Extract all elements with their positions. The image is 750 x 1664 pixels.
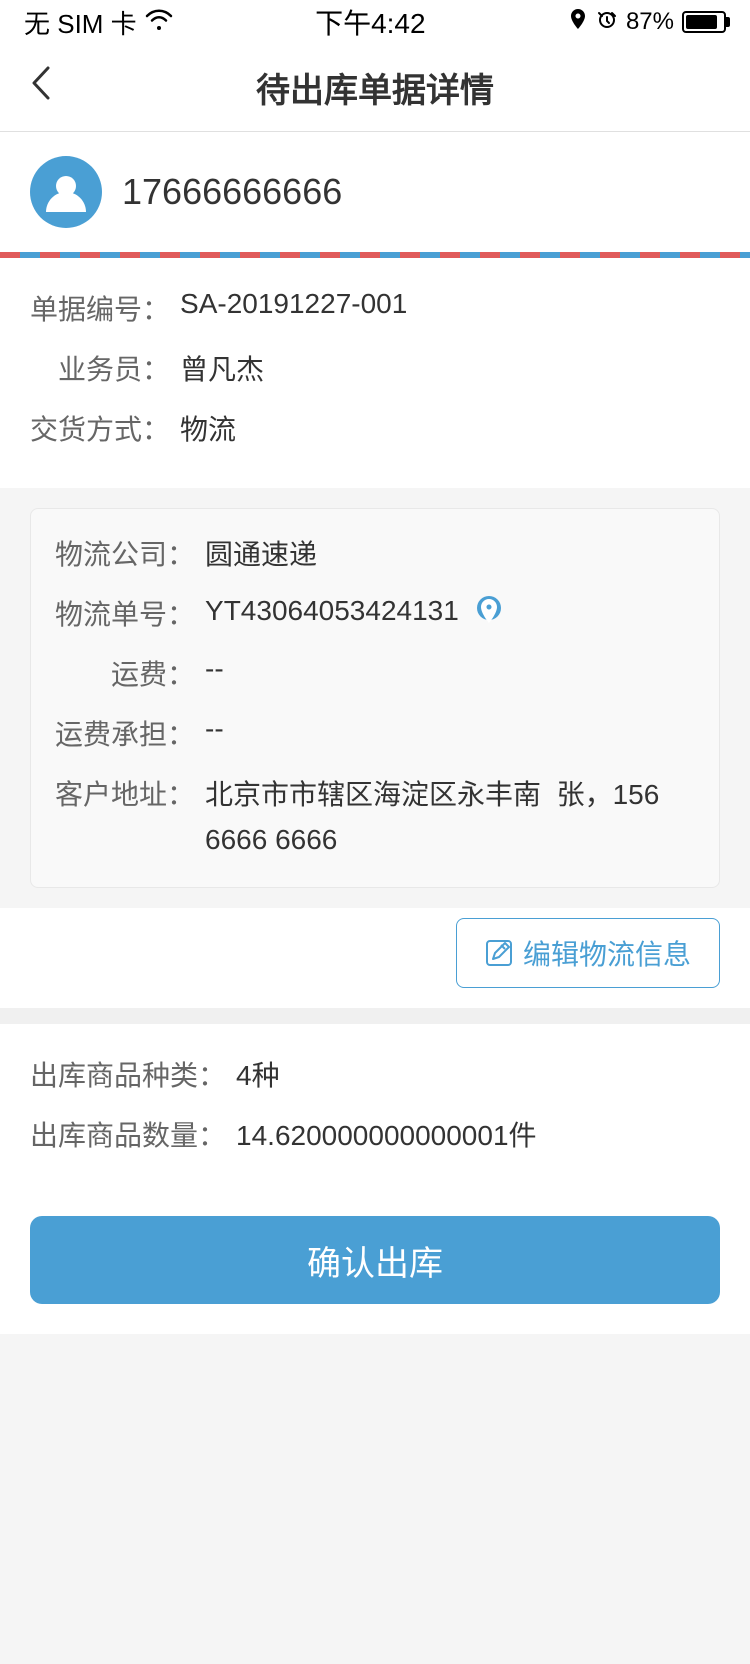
delivery-method-label: 交货方式： (30, 408, 170, 448)
customer-address-row: 客户地址： 北京市市辖区海淀区永丰南 张，156 6666 6666 (55, 773, 695, 863)
status-time: 下午4:42 (315, 2, 426, 42)
salesperson-label: 业务员： (30, 348, 170, 388)
page-title: 待出库单据详情 (256, 63, 494, 112)
freight-bearer-value: -- (205, 713, 695, 745)
document-number-row: 单据编号： SA-20191227-001 (30, 288, 720, 328)
edit-btn-container: 编辑物流信息 (0, 908, 750, 1008)
user-phone: 17666666666 (122, 171, 342, 213)
status-left: 无 SIM 卡 (24, 4, 173, 41)
document-number-label: 单据编号： (30, 288, 170, 328)
confirm-outbound-button[interactable]: 确认出库 (30, 1216, 720, 1304)
battery-icon (682, 11, 726, 33)
confirm-section: 确认出库 (0, 1196, 750, 1334)
salesperson-row: 业务员： 曾凡杰 (30, 348, 720, 388)
map-pin-icon[interactable] (471, 593, 507, 629)
delivery-method-value: 物流 (180, 408, 720, 448)
customer-address-label: 客户地址： (55, 773, 195, 813)
avatar (30, 156, 102, 228)
document-number-value: SA-20191227-001 (180, 288, 720, 320)
wifi-icon (145, 7, 173, 38)
freight-label: 运费： (55, 653, 195, 693)
tracking-number-row: 物流单号： YT43064053424131 (55, 593, 695, 633)
goods-types-label: 出库商品种类： (30, 1054, 226, 1094)
goods-section: 出库商品种类： 4种 出库商品数量： 14.620000000000001件 (0, 1024, 750, 1194)
goods-quantity-value: 14.620000000000001件 (236, 1114, 720, 1154)
carrier-text: 无 SIM 卡 (24, 4, 137, 41)
freight-bearer-label: 运费承担： (55, 713, 195, 753)
logistics-company-row: 物流公司： 圆通速递 (55, 533, 695, 573)
goods-types-value: 4种 (236, 1054, 720, 1094)
edit-logistics-button[interactable]: 编辑物流信息 (456, 918, 720, 988)
basic-info-section: 单据编号： SA-20191227-001 业务员： 曾凡杰 交货方式： 物流 (0, 258, 750, 488)
nav-bar: 待出库单据详情 (0, 44, 750, 132)
freight-value: -- (205, 653, 695, 685)
edit-btn-label: 编辑物流信息 (523, 933, 691, 973)
battery-percentage: 87% (626, 8, 674, 36)
freight-bearer-row: 运费承担： -- (55, 713, 695, 753)
goods-types-row: 出库商品种类： 4种 (30, 1054, 720, 1094)
delivery-method-row: 交货方式： 物流 (30, 408, 720, 448)
goods-quantity-label: 出库商品数量： (30, 1114, 226, 1154)
tracking-number-value: YT43064053424131 (205, 593, 695, 629)
freight-row: 运费： -- (55, 653, 695, 693)
status-bar: 无 SIM 卡 下午4:42 (0, 0, 750, 44)
logistics-company-value: 圆通速递 (205, 533, 695, 573)
edit-icon (485, 939, 513, 967)
goods-quantity-row: 出库商品数量： 14.620000000000001件 (30, 1114, 720, 1154)
section-divider (0, 1008, 750, 1024)
customer-address-value: 北京市市辖区海淀区永丰南 张，156 6666 6666 (205, 773, 695, 863)
confirm-btn-label: 确认出库 (307, 1236, 443, 1285)
alarm-icon (596, 8, 618, 37)
salesperson-value: 曾凡杰 (180, 348, 720, 388)
back-button[interactable] (30, 65, 52, 110)
status-right: 87% (568, 8, 726, 37)
location-status-icon (568, 8, 588, 37)
logistics-card: 物流公司： 圆通速递 物流单号： YT43064053424131 运费： --… (30, 508, 720, 888)
tracking-number-label: 物流单号： (55, 593, 195, 633)
logistics-company-label: 物流公司： (55, 533, 195, 573)
user-header: 17666666666 (0, 132, 750, 252)
